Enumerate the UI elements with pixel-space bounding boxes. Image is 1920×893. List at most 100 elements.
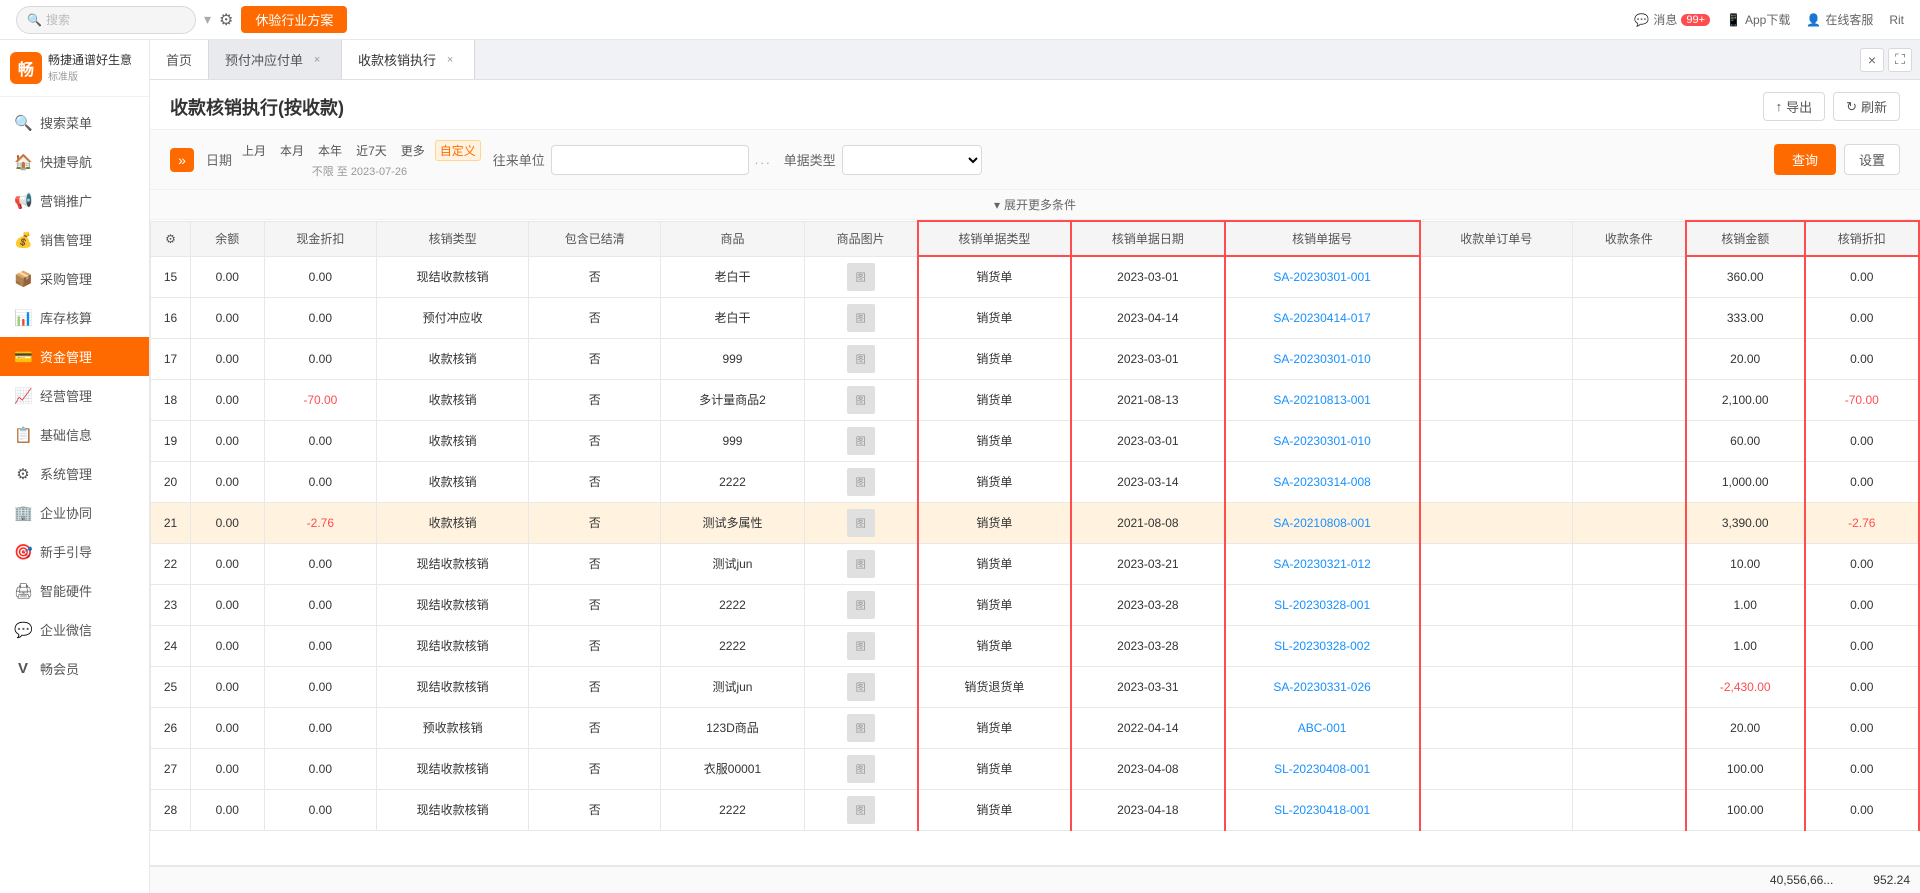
last7-tag[interactable]: 近7天: [352, 141, 391, 160]
counterpart-input[interactable]: [551, 145, 749, 175]
cell-verify-voucher-type: 销货单: [918, 625, 1072, 666]
gear-icon[interactable]: ⚙: [219, 10, 233, 30]
verify-no-link[interactable]: SA-20210808-001: [1273, 516, 1370, 530]
th-include-settled: 包含已结清: [529, 221, 661, 256]
cell-verify-type: 收款核销: [377, 338, 529, 379]
last-month-tag[interactable]: 上月: [238, 141, 270, 160]
sidebar-item-search-menu[interactable]: 🔍 搜索菜单: [0, 103, 149, 142]
user-name-display[interactable]: Rit: [1889, 13, 1904, 27]
table-body: 15 0.00 0.00 现结收款核销 否 老白干 图 销货单 2023-03-…: [151, 256, 1920, 830]
sidebar-item-member[interactable]: V 畅会员: [0, 649, 149, 688]
top-search-box[interactable]: 🔍 搜索: [16, 6, 196, 34]
table-container[interactable]: ⚙ 余额 现金折扣 核销类型 包含已结清 商品 商品图片 核销单据类型 核销单据…: [150, 220, 1920, 865]
verify-no-link[interactable]: SA-20230414-017: [1273, 311, 1370, 325]
tab-expand-btn[interactable]: ⛶: [1888, 48, 1912, 72]
refresh-btn[interactable]: ↻ 刷新: [1833, 92, 1900, 121]
cell-verify-discount: 0.00: [1805, 625, 1919, 666]
th-settings[interactable]: ⚙: [151, 221, 191, 256]
sidebar-item-operation[interactable]: 📈 经营管理: [0, 376, 149, 415]
cell-verify-discount: -2.76: [1805, 502, 1919, 543]
sidebar-item-label: 畅会员: [40, 659, 79, 678]
cell-balance: 0.00: [191, 297, 265, 338]
logo-text-block: 畅捷通谱好生意 标准版: [48, 53, 132, 84]
cell-seq: 17: [151, 338, 191, 379]
tab-close-window-btn[interactable]: ×: [1860, 48, 1884, 72]
sidebar-item-guide[interactable]: 🎯 新手引导: [0, 532, 149, 571]
cell-seq: 16: [151, 297, 191, 338]
app-download-btn[interactable]: 📱 App下载: [1726, 11, 1790, 28]
cell-verify-date: 2023-03-14: [1071, 461, 1225, 502]
verify-no-link[interactable]: SA-20230301-001: [1273, 270, 1370, 284]
tab-prepay[interactable]: 预付冲应付单 ×: [209, 40, 342, 79]
verify-no-link[interactable]: SA-20230331-026: [1273, 680, 1370, 694]
sidebar-item-sales[interactable]: 💰 销售管理: [0, 220, 149, 259]
verify-no-link[interactable]: ABC-001: [1298, 721, 1347, 735]
sidebar-item-marketing[interactable]: 📢 营销推广: [0, 181, 149, 220]
enterprise-icon: 🏢: [14, 504, 32, 522]
tab-home[interactable]: 首页: [150, 40, 209, 79]
expand-conditions-btn[interactable]: ▾ 展开更多条件: [994, 196, 1076, 213]
sidebar-item-finance[interactable]: 💳 资金管理: [0, 337, 149, 376]
cell-verify-type: 收款核销: [377, 502, 529, 543]
tab-collection-close[interactable]: ×: [442, 52, 458, 68]
cell-verify-no: SA-20230321-012: [1225, 543, 1420, 584]
cell-goods-img: 图: [804, 379, 918, 420]
cell-verify-date: 2023-03-31: [1071, 666, 1225, 707]
verify-no-link[interactable]: SA-20230321-012: [1273, 557, 1370, 571]
message-label: 消息: [1653, 11, 1677, 28]
footer-total-discount: 952.24: [1873, 873, 1910, 887]
verify-no-link[interactable]: SL-20230408-001: [1274, 762, 1370, 776]
cell-verify-type: 现结收款核销: [377, 543, 529, 584]
sidebar-item-purchase[interactable]: 📦 采购管理: [0, 259, 149, 298]
table-row: 27 0.00 0.00 现结收款核销 否 衣服00001 图 销货单 2023…: [151, 748, 1920, 789]
cell-cash-discount: -2.76: [264, 502, 377, 543]
setting-btn[interactable]: 设置: [1844, 144, 1900, 175]
verify-no-link[interactable]: SA-20210813-001: [1273, 393, 1370, 407]
sidebar-item-system[interactable]: ⚙ 系统管理: [0, 454, 149, 493]
cell-include-settled: 否: [529, 748, 661, 789]
sidebar-item-base-info[interactable]: 📋 基础信息: [0, 415, 149, 454]
sidebar-item-hardware[interactable]: 🖨 智能硬件: [0, 571, 149, 610]
sidebar-item-enterprise[interactable]: 🏢 企业协同: [0, 493, 149, 532]
verify-no-link[interactable]: SA-20230314-008: [1273, 475, 1370, 489]
dropdown-icon[interactable]: ▾: [204, 11, 211, 28]
sidebar-item-wechat[interactable]: 💬 企业微信: [0, 610, 149, 649]
query-btn[interactable]: 查询: [1774, 144, 1836, 175]
this-year-tag[interactable]: 本年: [314, 141, 346, 160]
service-icon: 👤: [1806, 13, 1821, 27]
verify-no-link[interactable]: SA-20230301-010: [1273, 434, 1370, 448]
sidebar-item-label: 快捷导航: [40, 152, 92, 171]
tab-prepay-close[interactable]: ×: [309, 52, 325, 68]
filter-counterpart-group: 往来单位 ...: [493, 145, 772, 175]
verify-no-link[interactable]: SA-20230301-010: [1273, 352, 1370, 366]
voucher-type-select[interactable]: [842, 145, 982, 175]
cell-goods: 多计量商品2: [661, 379, 804, 420]
filter-toggle-btn[interactable]: »: [170, 148, 194, 172]
sidebar-item-quick-nav[interactable]: 🏠 快捷导航: [0, 142, 149, 181]
cell-balance: 0.00: [191, 707, 265, 748]
cell-collection-order-no: [1420, 338, 1573, 379]
tab-collection[interactable]: 收款核销执行 ×: [342, 40, 475, 79]
more-date-tag[interactable]: 更多: [397, 141, 429, 160]
this-month-tag[interactable]: 本月: [276, 141, 308, 160]
tabs-bar: 首页 预付冲应付单 × 收款核销执行 × × ⛶: [150, 40, 1920, 80]
message-btn[interactable]: 💬 消息 99+: [1634, 11, 1710, 28]
cell-verify-discount: 0.00: [1805, 584, 1919, 625]
cell-goods: 测试多属性: [661, 502, 804, 543]
cell-collection-order-no: [1420, 420, 1573, 461]
verify-no-link[interactable]: SL-20230328-001: [1274, 598, 1370, 612]
export-btn[interactable]: ↑ 导出: [1763, 92, 1826, 121]
verify-no-link[interactable]: SL-20230418-001: [1274, 803, 1370, 817]
verify-no-link[interactable]: SL-20230328-002: [1274, 639, 1370, 653]
cell-cash-discount: 0.00: [264, 297, 377, 338]
export-icon: ↑: [1776, 99, 1783, 114]
industry-btn[interactable]: 休验行业方案: [241, 6, 347, 33]
cell-verify-type: 收款核销: [377, 461, 529, 502]
sidebar-item-inventory[interactable]: 📊 库存核算: [0, 298, 149, 337]
cell-seq: 27: [151, 748, 191, 789]
custom-date-tag[interactable]: 自定义: [435, 140, 481, 161]
page-header-actions: ↑ 导出 ↻ 刷新: [1763, 92, 1900, 121]
cell-goods-img: 图: [804, 666, 918, 707]
expand-icon: ▾: [994, 198, 1000, 212]
online-service-btn[interactable]: 👤 在线客服: [1806, 11, 1873, 28]
